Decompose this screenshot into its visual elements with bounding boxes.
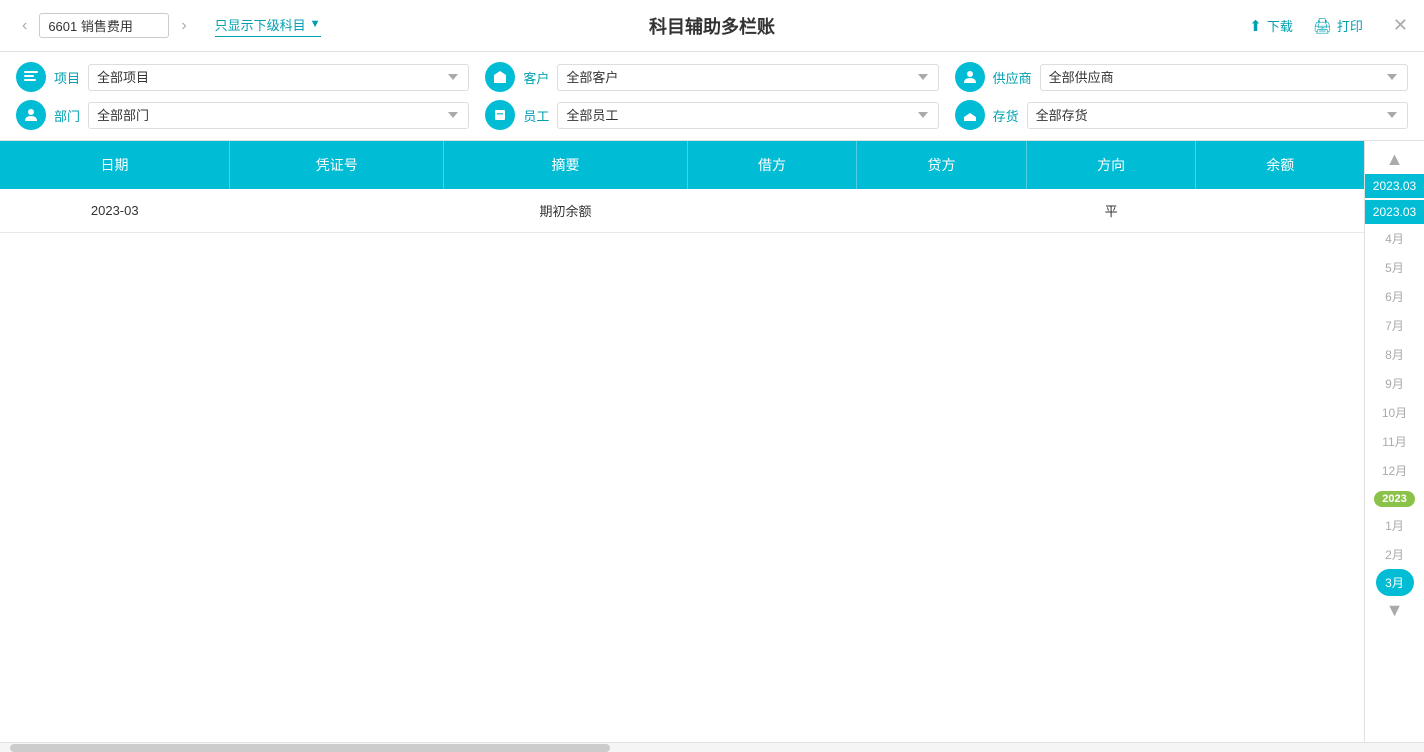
timeline-month-3-active[interactable]: 3月 — [1376, 569, 1414, 596]
project-select[interactable]: 全部项目 — [88, 64, 469, 91]
timeline-month-7[interactable]: 7月 — [1365, 311, 1424, 340]
title-bar: ‹ › 只显示下级科目 ▼ 科目辅助多栏账 ⬆ 下载 🖨 打印 ✕ — [0, 0, 1424, 52]
col-balance: 余额 — [1196, 141, 1364, 189]
timeline-up-button[interactable]: ▲ — [1365, 145, 1424, 174]
print-label: 打印 — [1337, 16, 1363, 35]
cell-debit — [687, 189, 857, 233]
table-header-row: 日期 凭证号 摘要 借方 贷方 方向 余额 — [0, 141, 1364, 189]
table-row: 2023-03 期初余额 平 — [0, 189, 1364, 233]
department-icon — [16, 100, 46, 130]
download-label: 下载 — [1267, 16, 1293, 35]
chevron-down-icon: ▼ — [310, 18, 321, 30]
project-icon — [16, 62, 46, 92]
filter-supplier: 供应商 全部供应商 — [955, 62, 1408, 92]
department-select[interactable]: 全部部门 — [88, 102, 469, 129]
cell-summary: 期初余额 — [444, 189, 687, 233]
show-sub-label: 只显示下级科目 — [215, 15, 306, 34]
cell-credit — [857, 189, 1027, 233]
timeline-month-5[interactable]: 5月 — [1365, 253, 1424, 282]
col-debit: 借方 — [687, 141, 857, 189]
filter-department: 部门 全部部门 — [16, 100, 469, 130]
inventory-icon — [955, 100, 985, 130]
employee-select[interactable]: 全部员工 — [557, 102, 938, 129]
timeline-month-11[interactable]: 11月 — [1365, 427, 1424, 456]
cell-voucher — [230, 189, 444, 233]
timeline-month-4[interactable]: 4月 — [1365, 224, 1424, 253]
timeline-year-2023: 2023 — [1365, 485, 1424, 511]
timeline-month-1[interactable]: 1月 — [1365, 511, 1424, 540]
ledger-table: 日期 凭证号 摘要 借方 贷方 方向 余额 2023-03 期初余额 平 — [0, 141, 1364, 233]
cell-date: 2023-03 — [0, 189, 230, 233]
download-icon: ⬆ — [1249, 17, 1262, 35]
scroll-thumb[interactable] — [10, 744, 610, 752]
department-label: 部门 — [54, 106, 80, 125]
page-title: 科目辅助多栏账 — [649, 13, 775, 39]
close-button[interactable]: ✕ — [1393, 15, 1408, 36]
filter-row-1: 项目 全部项目 客户 全部客户 — [16, 62, 1408, 92]
timeline-month-2[interactable]: 2月 — [1365, 540, 1424, 569]
timeline-month-10[interactable]: 10月 — [1365, 398, 1424, 427]
print-button[interactable]: 🖨 打印 — [1313, 16, 1363, 35]
download-button[interactable]: ⬆ 下载 — [1249, 16, 1293, 35]
timeline-down-button[interactable]: ▼ — [1365, 596, 1424, 625]
supplier-label: 供应商 — [993, 68, 1032, 87]
main-window: ‹ › 只显示下级科目 ▼ 科目辅助多栏账 ⬆ 下载 🖨 打印 ✕ — [0, 0, 1424, 752]
col-voucher: 凭证号 — [230, 141, 444, 189]
supplier-select[interactable]: 全部供应商 — [1040, 64, 1408, 91]
customer-label: 客户 — [523, 68, 549, 87]
timeline-section-1[interactable]: 2023.03 — [1365, 174, 1424, 198]
year-badge-label: 2023 — [1374, 491, 1414, 507]
col-summary: 摘要 — [444, 141, 687, 189]
customer-icon — [485, 62, 515, 92]
horizontal-scrollbar[interactable] — [0, 742, 1424, 752]
cell-balance — [1196, 189, 1364, 233]
nav-area: ‹ › 只显示下级科目 ▼ — [16, 13, 321, 38]
timeline-month-8[interactable]: 8月 — [1365, 340, 1424, 369]
employee-label: 员工 — [523, 106, 549, 125]
filter-row-2: 部门 全部部门 员工 全部员工 — [16, 100, 1408, 130]
supplier-icon — [955, 62, 985, 92]
content-area: 日期 凭证号 摘要 借方 贷方 方向 余额 2023-03 期初余额 平 — [0, 141, 1424, 742]
inventory-select[interactable]: 全部存货 — [1027, 102, 1408, 129]
timeline-month-9[interactable]: 9月 — [1365, 369, 1424, 398]
filter-employee: 员工 全部员工 — [485, 100, 938, 130]
timeline-month-6[interactable]: 6月 — [1365, 282, 1424, 311]
filter-area: 项目 全部项目 客户 全部客户 — [0, 52, 1424, 141]
cell-direction: 平 — [1026, 189, 1196, 233]
toolbar-right: ⬆ 下载 🖨 打印 ✕ — [1249, 15, 1408, 36]
filter-customer: 客户 全部客户 — [485, 62, 938, 92]
col-credit: 贷方 — [857, 141, 1027, 189]
col-direction: 方向 — [1026, 141, 1196, 189]
prev-account-button[interactable]: ‹ — [16, 15, 33, 37]
customer-select[interactable]: 全部客户 — [557, 64, 938, 91]
col-date: 日期 — [0, 141, 230, 189]
filter-project: 项目 全部项目 — [16, 62, 469, 92]
account-input[interactable] — [39, 13, 169, 38]
table-area[interactable]: 日期 凭证号 摘要 借方 贷方 方向 余额 2023-03 期初余额 平 — [0, 141, 1364, 742]
project-label: 项目 — [54, 68, 80, 87]
timeline-panel: ▲ 2023.03 2023.03 4月 5月 6月 7月 8月 9月 10月 … — [1364, 141, 1424, 742]
inventory-label: 存货 — [993, 106, 1019, 125]
show-sub-toggle[interactable]: 只显示下级科目 ▼ — [215, 15, 321, 37]
employee-icon — [485, 100, 515, 130]
filter-inventory: 存货 全部存货 — [955, 100, 1408, 130]
timeline-section-2[interactable]: 2023.03 — [1365, 200, 1424, 224]
timeline-month-12[interactable]: 12月 — [1365, 456, 1424, 485]
print-icon: 🖨 — [1313, 17, 1332, 35]
next-account-button[interactable]: › — [175, 15, 192, 37]
